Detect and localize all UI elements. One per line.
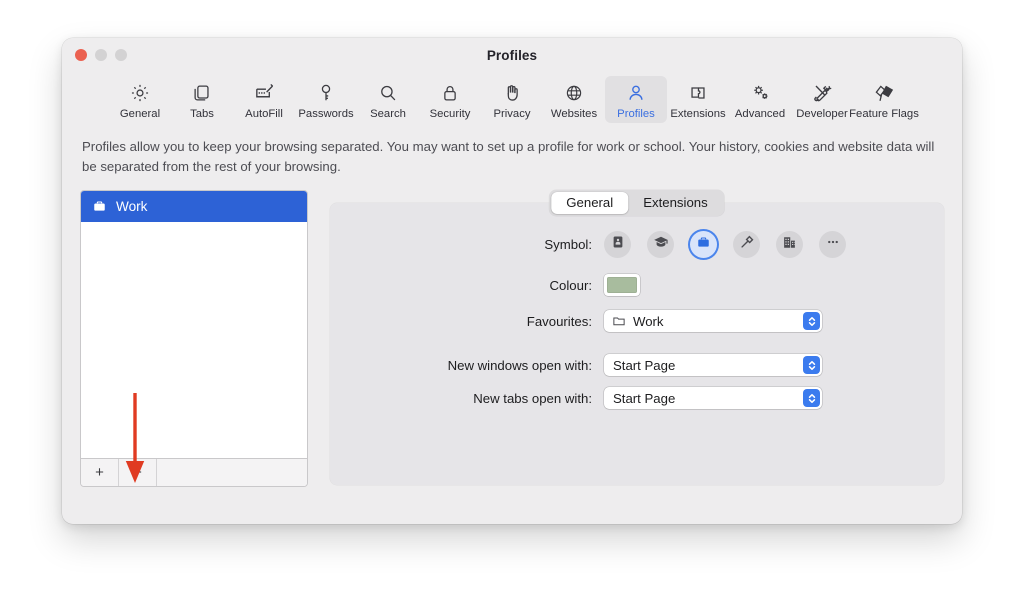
toolbar-label: Search [370,108,406,120]
symbol-option-building[interactable] [776,231,803,258]
symbol-options [604,231,846,258]
profile-name: Work [116,199,148,214]
profile-list-item-work[interactable]: Work [81,191,307,222]
puzzle-icon [687,80,709,105]
gears-icon [749,80,772,105]
new-windows-label: New windows open with: [447,357,592,373]
symbol-option-more[interactable] [819,231,846,258]
lock-icon [439,80,461,105]
magnifier-icon [377,80,399,105]
toolbar-label: Developer [796,108,848,120]
toolbar-item-security[interactable]: Security [419,76,481,123]
toolbar-label: Extensions [670,108,726,120]
favourites-field: Work [604,310,822,332]
preferences-toolbar: General Tabs AutoFill Passwords Search S… [62,74,962,129]
flags-icon [872,80,896,105]
preferences-window: Profiles General Tabs AutoFill Passwords… [62,38,962,524]
tabs-icon [191,80,213,105]
briefcase-icon [696,235,711,255]
graduation-cap-icon [653,234,669,255]
toolbar-item-feature-flags[interactable]: Feature Flags [849,76,919,123]
profiles-list: Work [81,191,307,458]
symbol-option-id-card[interactable] [604,231,631,258]
window-titlebar: Profiles [62,38,962,74]
remove-profile-button[interactable]: − [119,459,157,486]
favourites-value: Work [633,313,664,329]
symbol-label: Symbol: [544,237,592,252]
new-windows-row: New windows open with: Start Page [330,354,944,376]
autofill-icon [253,80,276,105]
new-windows-value: Start Page [613,357,676,373]
new-tabs-row: New tabs open with: Start Page [330,387,944,409]
toolbar-item-developer[interactable]: Developer [791,76,853,123]
favourites-popup-button[interactable]: Work [604,310,822,332]
new-tabs-popup-button[interactable]: Start Page [604,387,822,409]
toolbar-label: AutoFill [245,108,283,120]
tab-general[interactable]: General [551,192,629,214]
toolbar-label: Privacy [493,108,531,120]
new-tabs-label: New tabs open with: [473,390,592,406]
toolbar-label: Advanced [734,108,786,120]
toolbar-item-tabs[interactable]: Tabs [171,76,233,123]
person-icon [625,80,647,105]
toolbar-item-advanced[interactable]: Advanced [729,76,791,123]
detail-tab-bar: General Extensions [549,190,725,216]
profiles-description: Profiles allow you to keep your browsing… [82,139,935,174]
new-windows-field: Start Page [604,354,822,376]
colour-swatch [607,277,637,293]
toolbar-label: Feature Flags [849,108,919,120]
tools-icon [811,80,834,105]
colour-field [604,274,640,296]
toolbar-item-privacy[interactable]: Privacy [481,76,543,123]
gear-icon [129,80,151,105]
hammer-icon [739,234,755,255]
toolbar-item-autofill[interactable]: AutoFill [233,76,295,123]
colour-row: Colour: [330,274,944,296]
toolbar-item-search[interactable]: Search [357,76,419,123]
toolbar-label: Tabs [190,108,214,120]
screenshot-root: Profiles General Tabs AutoFill Passwords… [0,0,1024,605]
profile-detail-panel: Symbol: Colour: Favourites: Work New win… [330,203,944,485]
toolbar-label: Passwords [298,108,354,120]
chevron-updown-icon [803,356,820,374]
profiles-list-panel: Work + − [80,190,308,487]
window-title: Profiles [486,48,538,63]
profile-detail-wrapper: General Extensions Symbol: Colour: Favou… [330,190,944,487]
new-tabs-value: Start Page [613,390,676,406]
content-area: Work + − General Extensions Symbol: Colo… [80,190,944,487]
toolbar-label: General [119,108,161,120]
ellipsis-icon [825,234,841,255]
toolbar-label: Profiles [617,108,655,120]
profiles-list-footer: + − [81,458,307,486]
toolbar-item-general[interactable]: General [109,76,171,123]
chevron-updown-icon [803,389,820,407]
colour-well-button[interactable] [604,274,640,296]
globe-icon [563,80,585,105]
symbol-option-graduation-cap[interactable] [647,231,674,258]
hand-icon [501,80,523,105]
symbol-option-briefcase[interactable] [690,231,717,258]
add-profile-button[interactable]: + [81,459,119,486]
symbol-option-hammer[interactable] [733,231,760,258]
toolbar-label: Security [429,108,471,120]
key-icon [315,80,337,105]
toolbar-item-profiles[interactable]: Profiles [605,76,667,123]
toolbar-item-passwords[interactable]: Passwords [295,76,357,123]
id-card-icon [611,235,625,254]
toolbar-item-websites[interactable]: Websites [543,76,605,123]
building-icon [782,235,797,255]
favourites-row: Favourites: Work [330,310,944,332]
toolbar-item-extensions[interactable]: Extensions [667,76,729,123]
footer-spacer [157,459,307,486]
favourites-label: Favourites: [526,313,592,329]
toolbar-label: Websites [550,108,598,120]
briefcase-icon [92,199,107,214]
colour-label: Colour: [549,277,592,293]
folder-icon [612,314,626,328]
new-windows-popup-button[interactable]: Start Page [604,354,822,376]
symbol-row: Symbol: [330,231,944,258]
chevron-updown-icon [803,312,820,330]
tab-extensions[interactable]: Extensions [628,192,723,214]
new-tabs-field: Start Page [604,387,822,409]
